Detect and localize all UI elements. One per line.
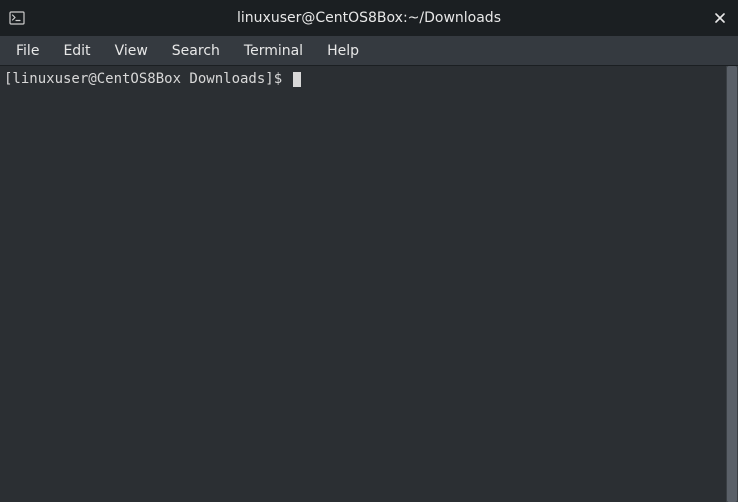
menu-search[interactable]: Search xyxy=(160,39,232,63)
menu-edit[interactable]: Edit xyxy=(51,39,102,63)
close-button[interactable] xyxy=(710,8,730,28)
cursor xyxy=(293,72,301,87)
menu-terminal[interactable]: Terminal xyxy=(232,39,315,63)
terminal-area: [linuxuser@CentOS8Box Downloads]$ xyxy=(0,66,738,502)
shell-prompt: [linuxuser@CentOS8Box Downloads]$ xyxy=(4,71,291,87)
window-title: linuxuser@CentOS8Box:~/Downloads xyxy=(237,10,501,26)
menu-view[interactable]: View xyxy=(103,39,160,63)
terminal-app-icon xyxy=(8,9,26,27)
scrollbar[interactable] xyxy=(726,66,738,502)
scrollbar-thumb[interactable] xyxy=(727,66,737,502)
titlebar: linuxuser@CentOS8Box:~/Downloads xyxy=(0,0,738,36)
menu-help[interactable]: Help xyxy=(315,39,371,63)
menubar: File Edit View Search Terminal Help xyxy=(0,36,738,66)
terminal-content[interactable]: [linuxuser@CentOS8Box Downloads]$ xyxy=(0,66,726,502)
menu-file[interactable]: File xyxy=(4,39,51,63)
